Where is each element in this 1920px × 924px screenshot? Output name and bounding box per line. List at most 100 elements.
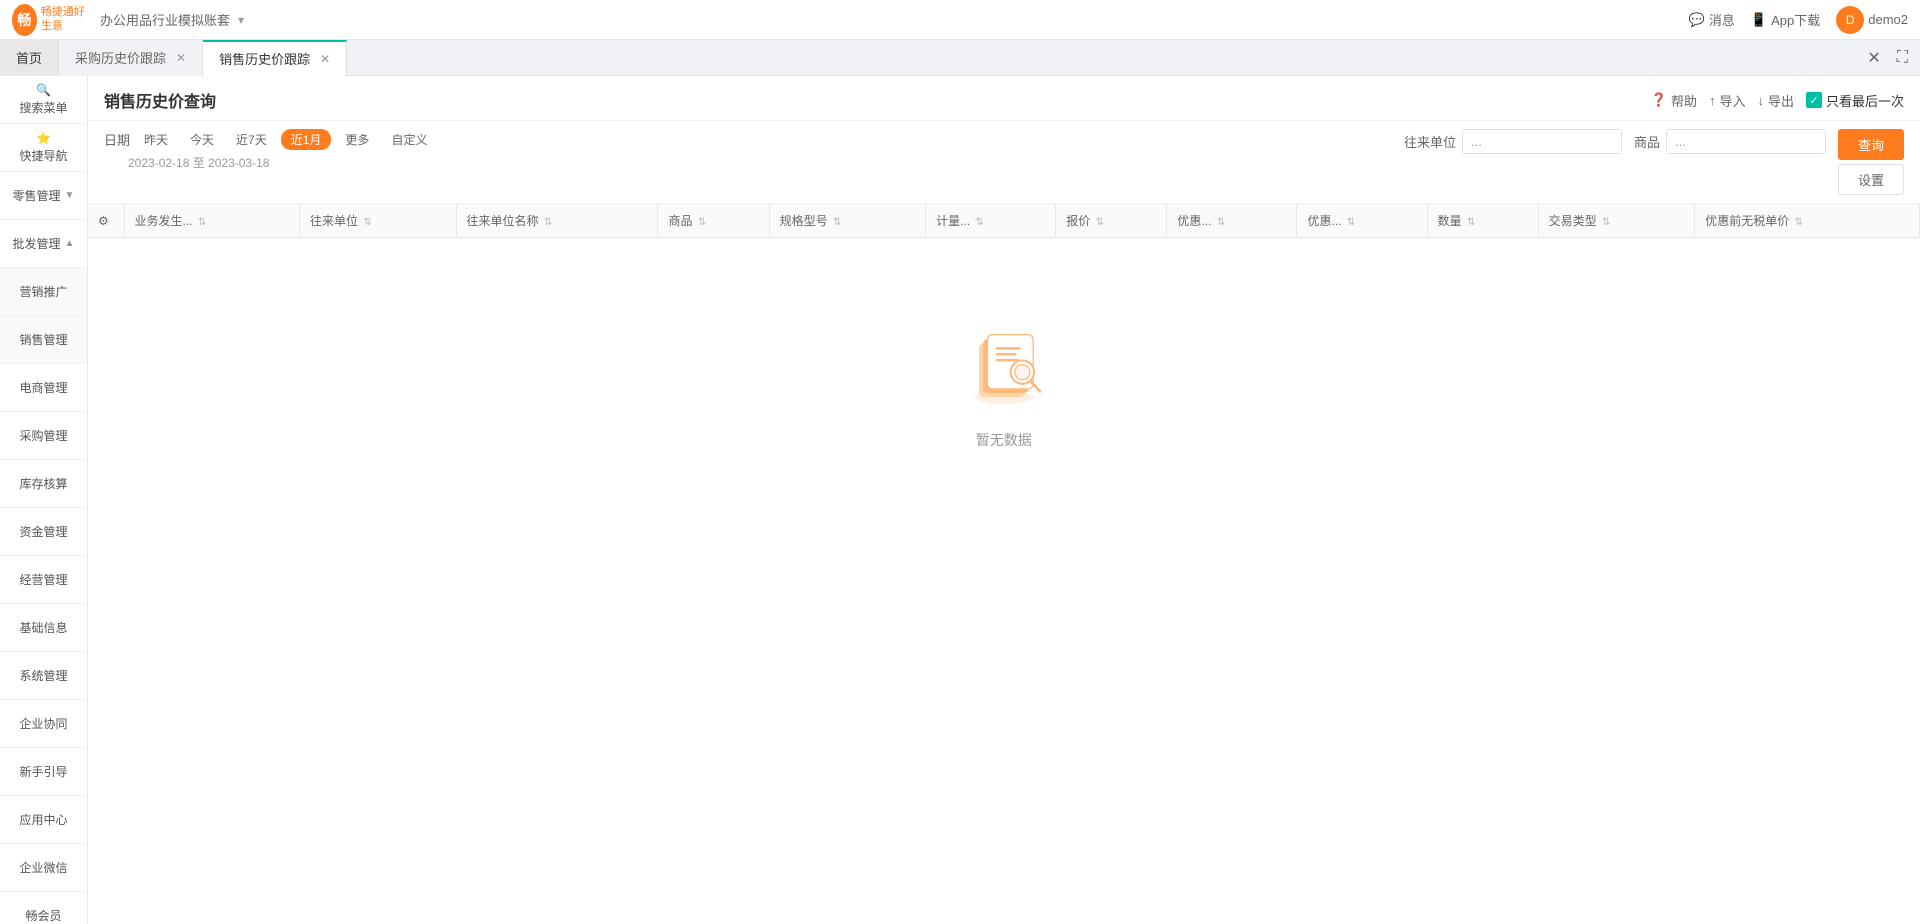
sort-icon-discount2: ⇅ <box>1347 217 1355 228</box>
sidebar: 🔍 搜索菜单 ⭐ 快捷导航 零售管理 ▼ 批发管理 ▲ 营销推广 销售管理 电商… <box>0 76 88 924</box>
sidebar-item-wholesale[interactable]: 批发管理 ▲ <box>0 220 87 268</box>
expand-window-btn[interactable]: ⛶ <box>1893 45 1912 71</box>
tab-purchase-price-close[interactable]: ✕ <box>176 51 186 65</box>
logo-area: 畅 畅捷通好生意 <box>12 4 92 36</box>
tab-sales-price-close[interactable]: ✕ <box>320 52 330 66</box>
sidebar-item-marketing[interactable]: 营销推广 <box>0 268 87 316</box>
import-icon: ↑ <box>1709 93 1716 108</box>
sort-icon-trade-type: ⇅ <box>1602 217 1610 228</box>
app-title: 办公用品行业模拟账套 <box>100 10 230 29</box>
tab-home[interactable]: 首页 <box>0 40 59 76</box>
chevron-down-icon: ▼ <box>65 190 75 201</box>
th-pre-discount-price[interactable]: 优惠前无税单价 ⇅ <box>1695 204 1920 238</box>
user-action[interactable]: D demo2 <box>1836 6 1908 34</box>
date-tab-custom[interactable]: 自定义 <box>383 129 435 150</box>
sort-icon-goods: ⇅ <box>698 217 706 228</box>
goods-filter: 商品 ... <box>1634 129 1826 154</box>
sidebar-item-operations[interactable]: 经营管理 <box>0 556 87 604</box>
import-action[interactable]: ↑ 导入 <box>1709 91 1746 110</box>
page-title: 销售历史价查询 <box>104 88 216 112</box>
date-tab-today[interactable]: 今天 <box>182 129 222 150</box>
nav-icon: ⭐ <box>36 131 51 145</box>
sidebar-item-membership[interactable]: 畅会员 <box>0 892 87 924</box>
settings-button[interactable]: 设置 <box>1838 164 1904 195</box>
date-tab-more[interactable]: 更多 <box>337 129 377 150</box>
header-right: 💬 消息 📱 App下载 D demo2 <box>1689 6 1908 34</box>
close-window-btn[interactable]: ✕ <box>1863 44 1884 72</box>
sidebar-item-finance[interactable]: 资金管理 <box>0 508 87 556</box>
sidebar-item-collab[interactable]: 企业协同 <box>0 700 87 748</box>
sidebar-item-ecommerce[interactable]: 电商管理 <box>0 364 87 412</box>
goods-input[interactable]: ... <box>1666 129 1826 154</box>
date-tab-1month[interactable]: 近1月 <box>281 129 332 150</box>
th-spec[interactable]: 规格型号 ⇅ <box>769 204 926 238</box>
export-icon: ↓ <box>1757 93 1764 108</box>
sort-icon-partner-name: ⇅ <box>544 217 552 228</box>
sidebar-item-apps[interactable]: 应用中心 <box>0 796 87 844</box>
sidebar-item-inventory[interactable]: 库存核算 <box>0 460 87 508</box>
search-icon: 🔍 <box>36 83 51 97</box>
th-discount2[interactable]: 优惠... ⇅ <box>1297 204 1427 238</box>
tab-sales-price[interactable]: 销售历史价跟踪 ✕ <box>203 40 347 76</box>
date-range-display: 2023-02-18 至 2023-03-18 <box>104 154 435 171</box>
th-discount1[interactable]: 优惠... ⇅ <box>1167 204 1297 238</box>
th-settings[interactable]: ⚙ <box>88 204 124 238</box>
app-title-dropdown[interactable]: ▾ <box>238 13 244 27</box>
partner-filter: 往来单位 ... <box>1404 129 1622 154</box>
sidebar-item-retail[interactable]: 零售管理 ▼ <box>0 172 87 220</box>
sort-icon-price: ⇅ <box>1096 217 1104 228</box>
only-last-checkbox-label[interactable]: ✓ 只看最后一次 <box>1806 91 1904 110</box>
sidebar-item-wechat[interactable]: 企业微信 <box>0 844 87 892</box>
partner-input[interactable]: ... <box>1462 129 1622 154</box>
tab-purchase-price[interactable]: 采购历史价跟踪 ✕ <box>59 40 203 76</box>
sort-icon-spec: ⇅ <box>833 217 841 228</box>
table-container: ⚙ 业务发生... ⇅ 往来单位 ⇅ 往来单位名称 ⇅ <box>88 204 1920 924</box>
avatar: D <box>1836 6 1864 34</box>
th-trade-type[interactable]: 交易类型 ⇅ <box>1538 204 1695 238</box>
tab-bar: 首页 采购历史价跟踪 ✕ 销售历史价跟踪 ✕ ✕ ⛶ <box>0 40 1920 76</box>
filter-area: 日期 昨天 今天 近7天 近1月 更多 自定义 2023-02-18 至 202… <box>88 121 1920 204</box>
sidebar-item-system[interactable]: 系统管理 <box>0 652 87 700</box>
th-partner-name[interactable]: 往来单位名称 ⇅ <box>456 204 658 238</box>
download-icon: 📱 <box>1751 12 1767 28</box>
page-header: 销售历史价查询 ❓ 帮助 ↑ 导入 ↓ 导出 ✓ 只看最后一次 <box>88 76 1920 121</box>
sort-icon-qty: ⇅ <box>1467 217 1475 228</box>
sort-icon-discount1: ⇅ <box>1217 217 1225 228</box>
tab-bar-actions: ✕ ⛶ <box>1863 44 1920 72</box>
export-action[interactable]: ↓ 导出 <box>1757 91 1794 110</box>
th-unit[interactable]: 计量... ⇅ <box>926 204 1056 238</box>
sidebar-item-search[interactable]: 🔍 搜索菜单 <box>0 76 87 124</box>
th-partner-code[interactable]: 往来单位 ⇅ <box>299 204 456 238</box>
th-price[interactable]: 报价 ⇅ <box>1056 204 1167 238</box>
th-qty[interactable]: 数量 ⇅ <box>1427 204 1538 238</box>
sidebar-item-base-info[interactable]: 基础信息 <box>0 604 87 652</box>
top-header: 畅 畅捷通好生意 办公用品行业模拟账套 ▾ 💬 消息 📱 App下载 D dem… <box>0 0 1920 40</box>
page-header-actions: ❓ 帮助 ↑ 导入 ↓ 导出 ✓ 只看最后一次 <box>1651 91 1904 110</box>
date-tab-yesterday[interactable]: 昨天 <box>136 129 176 150</box>
table-settings-icon[interactable]: ⚙ <box>98 214 109 228</box>
date-tab-7days[interactable]: 近7天 <box>228 129 275 150</box>
empty-illustration <box>954 318 1054 418</box>
sidebar-item-sales-mgmt[interactable]: 销售管理 <box>0 316 87 364</box>
empty-text: 暂无数据 <box>976 430 1032 450</box>
action-buttons: 查询 设置 <box>1838 129 1904 195</box>
query-button[interactable]: 查询 <box>1838 129 1904 160</box>
table-body: 暂无数据 <box>88 238 1920 531</box>
chevron-up-icon: ▲ <box>65 238 75 249</box>
sort-icon-unit: ⇅ <box>976 217 984 228</box>
th-biz-date[interactable]: 业务发生... ⇅ <box>124 204 299 238</box>
download-action[interactable]: 📱 App下载 <box>1751 10 1820 29</box>
message-action[interactable]: 💬 消息 <box>1689 10 1735 29</box>
th-goods[interactable]: 商品 ⇅ <box>658 204 769 238</box>
header-left: 畅 畅捷通好生意 办公用品行业模拟账套 ▾ <box>12 4 244 36</box>
help-action[interactable]: ❓ 帮助 <box>1651 91 1697 110</box>
date-label: 日期 <box>104 130 130 149</box>
sidebar-item-shortcuts[interactable]: ⭐ 快捷导航 <box>0 124 87 172</box>
sidebar-item-purchase[interactable]: 采购管理 <box>0 412 87 460</box>
message-icon: 💬 <box>1689 12 1705 28</box>
data-table: ⚙ 业务发生... ⇅ 往来单位 ⇅ 往来单位名称 ⇅ <box>88 204 1920 530</box>
logo-text: 畅捷通好生意 <box>41 6 92 32</box>
sidebar-item-guide[interactable]: 新手引导 <box>0 748 87 796</box>
empty-state: 暂无数据 <box>88 238 1920 530</box>
logo-icon: 畅 <box>12 4 37 36</box>
